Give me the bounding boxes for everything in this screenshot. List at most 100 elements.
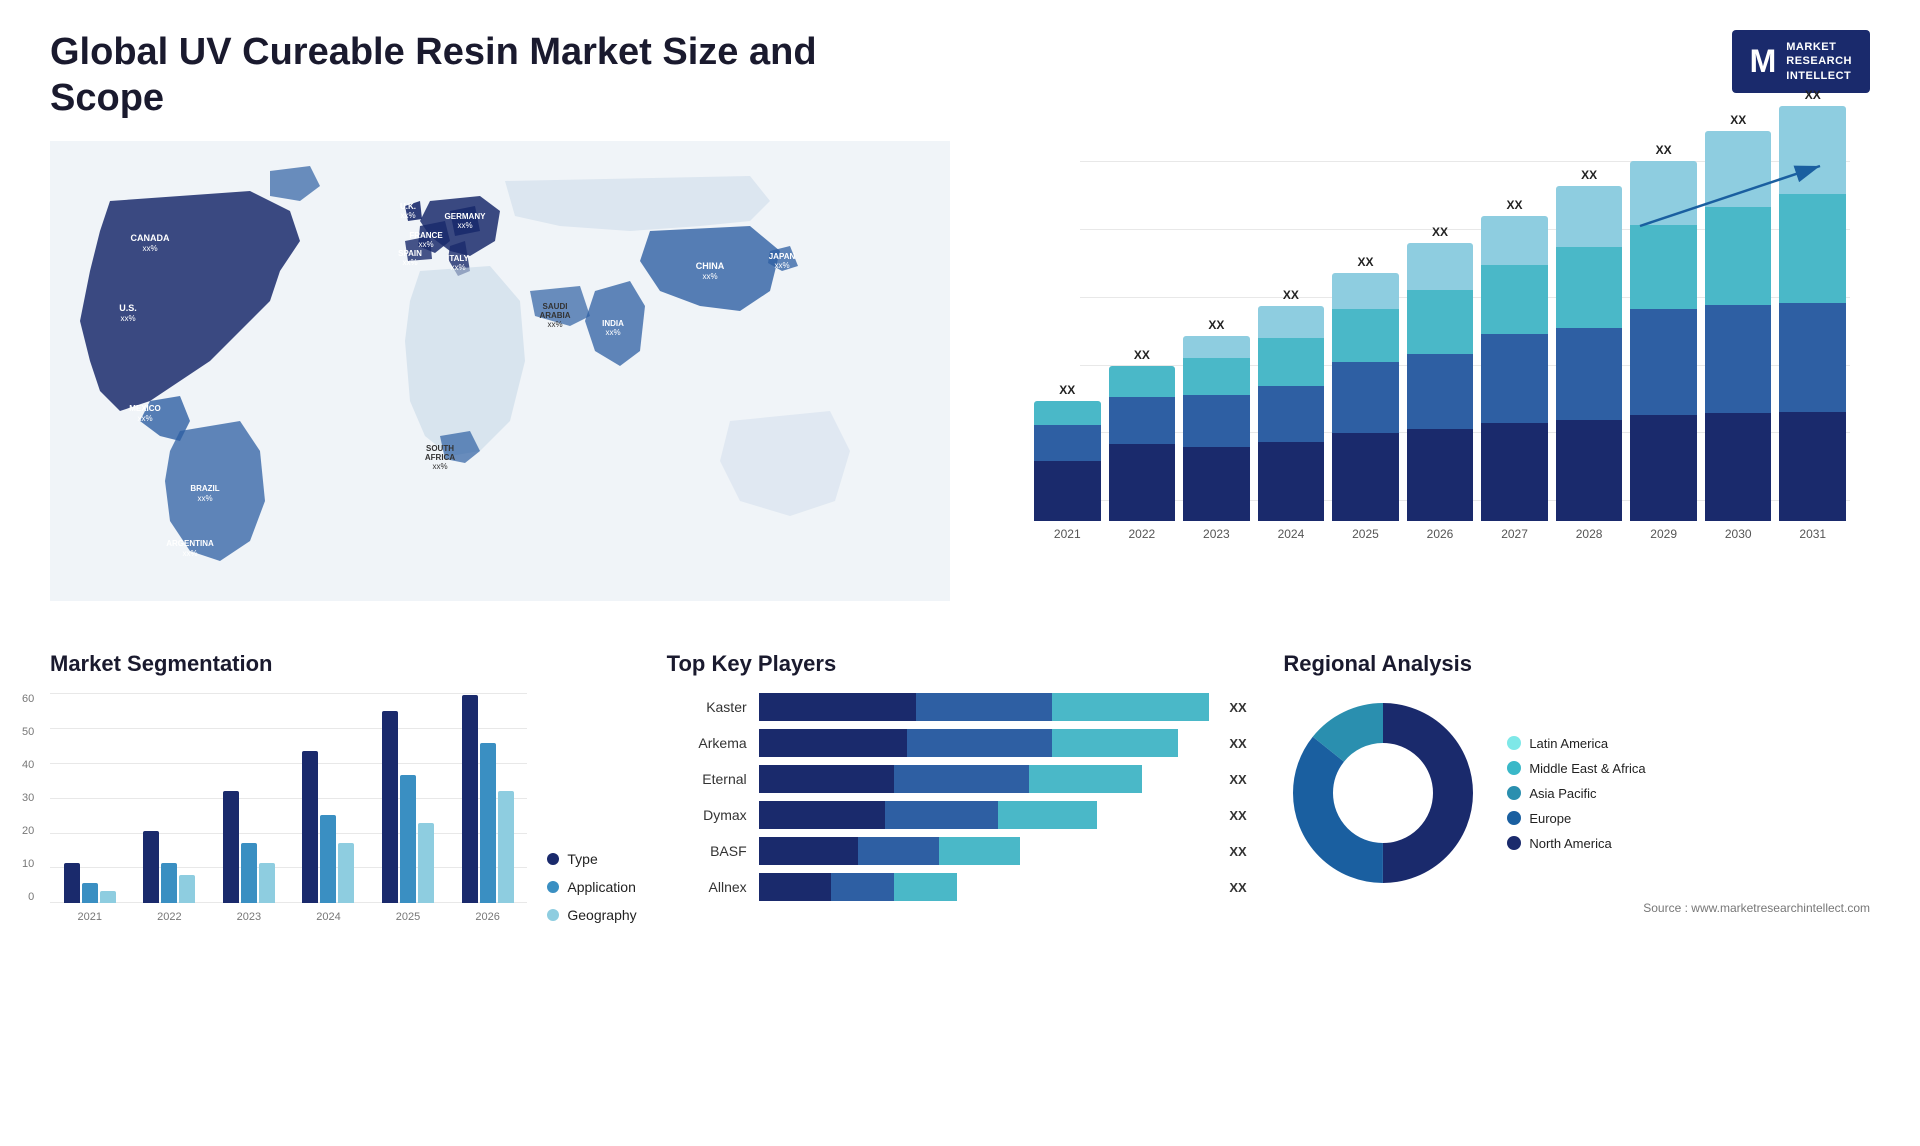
- seg-geo-bar: [100, 891, 116, 903]
- chart-body: XX 2021 XX 2022: [1030, 161, 1850, 541]
- seg-group-2023: [223, 791, 275, 903]
- main-grid: CANADA xx% U.S. xx% MEXICO xx% BRAZIL xx…: [50, 141, 1870, 641]
- svg-text:xx%: xx%: [774, 261, 789, 270]
- seg-app-bar: [161, 863, 177, 903]
- application-dot: [547, 881, 559, 893]
- seg-app-bar: [400, 775, 416, 903]
- allnex-bar: [759, 873, 1210, 901]
- svg-text:SOUTH: SOUTH: [426, 444, 454, 453]
- svg-text:xx%: xx%: [182, 549, 197, 558]
- seg-type-bar: [143, 831, 159, 903]
- seg-bars: [50, 693, 527, 903]
- geography-dot: [547, 909, 559, 921]
- regional-panel: Regional Analysis: [1283, 651, 1870, 923]
- donut-area: Latin America Middle East & Africa Asia …: [1283, 693, 1870, 893]
- bar-stack-2024: [1258, 306, 1325, 521]
- svg-text:xx%: xx%: [605, 328, 620, 337]
- seg-type-bar: [64, 863, 80, 903]
- donut-chart: [1283, 693, 1483, 893]
- svg-text:MEXICO: MEXICO: [129, 404, 161, 413]
- seg-type-bar: [462, 695, 478, 903]
- bar-stack-2023: [1183, 336, 1250, 521]
- trend-arrow-svg: [1620, 161, 1840, 241]
- svg-text:xx%: xx%: [137, 414, 152, 423]
- donut-svg: [1283, 693, 1483, 893]
- seg-bars-wrapper: 60 50 40 30 20 10 0: [50, 693, 527, 923]
- bar-group-2028: XX 2028: [1556, 168, 1623, 541]
- player-row-dymax: Dymax XX: [667, 801, 1254, 829]
- svg-text:xx%: xx%: [142, 244, 157, 253]
- seg-y-axis: 60 50 40 30 20 10 0: [22, 693, 34, 903]
- legend-asia-pacific: Asia Pacific: [1507, 786, 1645, 801]
- middle-east-dot: [1507, 761, 1521, 775]
- svg-text:ITALY: ITALY: [447, 254, 469, 263]
- dymax-bar: [759, 801, 1210, 829]
- svg-text:FRANCE: FRANCE: [409, 231, 443, 240]
- legend-europe: Europe: [1507, 811, 1645, 826]
- svg-text:GERMANY: GERMANY: [445, 212, 487, 221]
- seg-app-bar: [320, 815, 336, 903]
- bar-stack-2027: [1481, 216, 1548, 521]
- bar-group-2021: XX 2021: [1034, 383, 1101, 541]
- logo-area: M MARKET RESEARCH INTELLECT: [1732, 30, 1870, 93]
- seg-group-2025: [382, 711, 434, 903]
- svg-text:ARABIA: ARABIA: [539, 311, 570, 320]
- svg-text:AFRICA: AFRICA: [425, 453, 455, 462]
- svg-text:xx%: xx%: [547, 320, 562, 329]
- bar-stack-2025: [1332, 273, 1399, 521]
- svg-text:CANADA: CANADA: [131, 233, 170, 243]
- segmentation-title: Market Segmentation: [50, 651, 637, 677]
- y-axis-labels: [970, 141, 1010, 581]
- svg-text:xx%: xx%: [120, 314, 135, 323]
- arkema-bar: [759, 729, 1210, 757]
- key-players-title: Top Key Players: [667, 651, 1254, 677]
- seg-x-axis: 2021 2022 2023 2024 2025 2026: [50, 911, 527, 923]
- legend-north-america: North America: [1507, 836, 1645, 851]
- page-header: Global UV Cureable Resin Market Size and…: [50, 30, 1870, 121]
- svg-text:xx%: xx%: [450, 263, 465, 272]
- player-row-kaster: Kaster XX: [667, 693, 1254, 721]
- logo-text: MARKET RESEARCH INTELLECT: [1786, 40, 1852, 83]
- segmentation-chart-area: 60 50 40 30 20 10 0: [50, 693, 637, 923]
- svg-text:CHINA: CHINA: [696, 261, 725, 271]
- svg-text:JAPAN: JAPAN: [769, 252, 796, 261]
- player-row-basf: BASF XX: [667, 837, 1254, 865]
- bar-stack-2022: [1109, 366, 1176, 521]
- seg-geo-bar: [338, 843, 354, 903]
- seg-group-2026: [462, 695, 514, 903]
- svg-text:SPAIN: SPAIN: [398, 249, 422, 258]
- growth-chart-section: XX 2021 XX 2022: [970, 141, 1870, 621]
- bottom-grid: Market Segmentation 60 50 40 30 20 10 0: [50, 651, 1870, 923]
- bar-group-2031: XX 2031: [1779, 88, 1846, 541]
- seg-app-bar: [241, 843, 257, 903]
- svg-text:SAUDI: SAUDI: [543, 302, 568, 311]
- svg-text:INDIA: INDIA: [602, 319, 624, 328]
- seg-geo-bar: [498, 791, 514, 903]
- seg-group-2024: [302, 751, 354, 903]
- logo-box: M MARKET RESEARCH INTELLECT: [1732, 30, 1870, 93]
- eternal-bar: [759, 765, 1210, 793]
- legend-application: Application: [547, 879, 636, 895]
- svg-text:BRAZIL: BRAZIL: [190, 484, 219, 493]
- svg-text:xx%: xx%: [418, 240, 433, 249]
- svg-text:U.K.: U.K.: [400, 202, 416, 211]
- regional-legend: Latin America Middle East & Africa Asia …: [1507, 736, 1645, 851]
- bar-stack-2026: [1407, 243, 1474, 521]
- bar-group-2024: XX 2024: [1258, 288, 1325, 541]
- regional-title: Regional Analysis: [1283, 651, 1870, 677]
- legend-latin-america: Latin America: [1507, 736, 1645, 751]
- svg-text:xx%: xx%: [400, 211, 415, 220]
- bar-stack-2021: [1034, 401, 1101, 521]
- europe-dot: [1507, 811, 1521, 825]
- north-america-dot: [1507, 836, 1521, 850]
- seg-app-bar: [480, 743, 496, 903]
- player-row-eternal: Eternal XX: [667, 765, 1254, 793]
- logo-letter: M: [1750, 43, 1777, 80]
- seg-group-2021: [64, 863, 116, 903]
- svg-text:xx%: xx%: [402, 258, 417, 267]
- basf-bar: [759, 837, 1210, 865]
- svg-text:ARGENTINA: ARGENTINA: [166, 539, 214, 548]
- donut-center: [1335, 745, 1431, 841]
- world-map: CANADA xx% U.S. xx% MEXICO xx% BRAZIL xx…: [50, 141, 950, 601]
- svg-text:xx%: xx%: [457, 221, 472, 230]
